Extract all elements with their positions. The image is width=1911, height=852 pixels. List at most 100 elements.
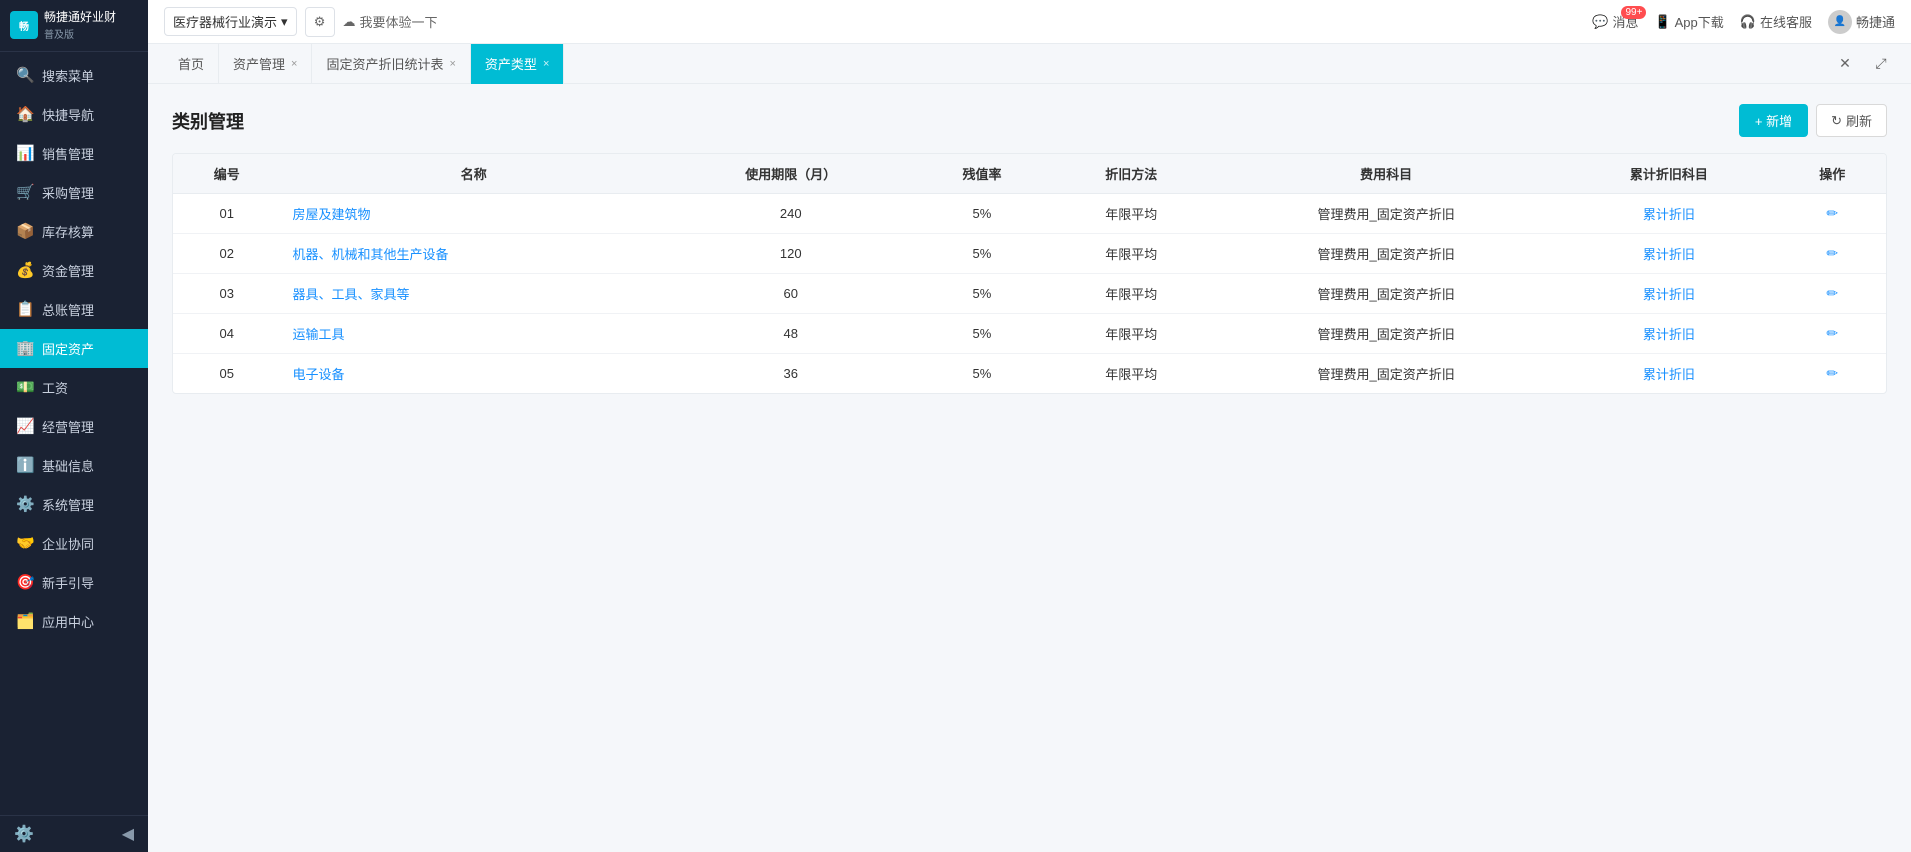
cell-expense-4: 管理费用_固定资产折旧 [1213,354,1559,394]
sidebar-item-capital[interactable]: 💰 资金管理 [0,251,148,290]
tab-close-button[interactable]: ✕ [1831,50,1859,78]
table-row: 03 器具、工具、家具等 60 5% 年限平均 管理费用_固定资产折旧 累计折旧… [173,274,1886,314]
phone-icon: 📱 [1654,14,1670,30]
app-title: 畅捷通好业财 [44,10,116,26]
sidebar-label-inventory: 库存核算 [42,222,94,241]
app-download-button[interactable]: 📱 App下载 [1654,12,1723,31]
topbar-settings-button[interactable]: ⚙ [305,7,335,37]
cell-expense-0: 管理费用_固定资产折旧 [1213,194,1559,234]
sidebar-label-purchase: 采购管理 [42,183,94,202]
cell-method-4: 年限平均 [1050,354,1213,394]
sidebar-item-quicknav[interactable]: 🏠 快捷导航 [0,95,148,134]
cell-period-1: 120 [667,234,914,274]
edit-icon-2[interactable]: ✏ [1826,285,1838,301]
cell-expense-2: 管理费用_固定资产折旧 [1213,274,1559,314]
tab-asset-mgmt-close[interactable]: × [291,58,297,70]
user-profile[interactable]: 👤 畅捷通 [1828,10,1895,34]
sidebar-icon-apps: 🗂️ [16,612,34,630]
tab-asset-type-close[interactable]: × [543,58,549,70]
edit-icon-1[interactable]: ✏ [1826,245,1838,261]
tab-depreciation-close[interactable]: × [449,58,455,70]
main-area: 医疗器械行业演示 ▾ ⚙ ☁ 我要体验一下 💬 消息 99+ 📱 App下载 🎧… [148,0,1911,852]
sidebar-item-apps[interactable]: 🗂️ 应用中心 [0,602,148,641]
tab-expand-button[interactable]: ⤢ [1867,50,1895,78]
tab-asset-mgmt[interactable]: 资产管理 × [219,44,312,84]
tabs-bar: 首页 资产管理 × 固定资产折旧统计表 × 资产类型 × ✕ ⤢ [148,44,1911,84]
tabs-right-actions: ✕ ⤢ [1831,50,1895,78]
cell-accum-4: 累计折旧 [1559,354,1778,394]
cell-accum-1: 累计折旧 [1559,234,1778,274]
col-header-period: 使用期限（月） [667,154,914,194]
avatar: 👤 [1828,10,1852,34]
sidebar-item-ops[interactable]: 📈 经营管理 [0,407,148,446]
sidebar-icon-capital: 💰 [16,261,34,279]
sidebar-label-ops: 经营管理 [42,417,94,436]
sidebar-icon-sales: 📊 [16,144,34,162]
sidebar-icon-collab: 🤝 [16,534,34,552]
page-title: 类别管理 [172,108,244,134]
tab-home[interactable]: 首页 [164,44,219,84]
cell-action-1[interactable]: ✏ [1778,234,1886,274]
new-button[interactable]: + 新增 [1739,104,1808,137]
sidebar-item-purchase[interactable]: 🛒 采购管理 [0,173,148,212]
topbar-right: 💬 消息 99+ 📱 App下载 🎧 在线客服 👤 畅捷通 [1592,10,1895,34]
edit-icon-0[interactable]: ✏ [1826,205,1838,221]
industry-selector[interactable]: 医疗器械行业演示 ▾ [164,7,297,36]
sidebar-icon-basic: ℹ️ [16,456,34,474]
tab-asset-type[interactable]: 资产类型 × [471,44,564,84]
sidebar-label-payroll: 工资 [42,378,68,397]
sidebar-item-guide[interactable]: 🎯 新手引导 [0,563,148,602]
cell-residual-3: 5% [914,314,1049,354]
cell-residual-4: 5% [914,354,1049,394]
refresh-icon: ↻ [1831,113,1842,129]
tab-depreciation[interactable]: 固定资产折旧统计表 × [312,44,470,84]
table-header-row: 编号 名称 使用期限（月） 残值率 折旧方法 费用科目 累计折旧科目 操作 [173,154,1886,194]
online-service-button[interactable]: 🎧 在线客服 [1740,12,1812,31]
sidebar-item-fixed[interactable]: 🏢 固定资产 [0,329,148,368]
cell-name-2: 器具、工具、家具等 [280,274,667,314]
tab-asset-mgmt-label: 资产管理 [233,54,285,73]
cell-action-0[interactable]: ✏ [1778,194,1886,234]
sidebar-icon-fixed: 🏢 [16,339,34,357]
sidebar-item-ledger[interactable]: 📋 总账管理 [0,290,148,329]
sidebar-icon-ledger: 📋 [16,300,34,318]
sidebar-label-ledger: 总账管理 [42,300,94,319]
cell-residual-2: 5% [914,274,1049,314]
tab-depreciation-label: 固定资产折旧统计表 [326,54,443,73]
topbar: 医疗器械行业演示 ▾ ⚙ ☁ 我要体验一下 💬 消息 99+ 📱 App下载 🎧… [148,0,1911,44]
app-subtitle: 普及版 [44,26,116,41]
message-badge: 99+ [1621,6,1646,19]
cell-action-2[interactable]: ✏ [1778,274,1886,314]
edit-icon-4[interactable]: ✏ [1826,365,1838,381]
online-service-label: 在线客服 [1760,12,1812,31]
cell-action-4[interactable]: ✏ [1778,354,1886,394]
table-row: 04 运输工具 48 5% 年限平均 管理费用_固定资产折旧 累计折旧 ✏ [173,314,1886,354]
sidebar-label-guide: 新手引导 [42,573,94,592]
cell-action-3[interactable]: ✏ [1778,314,1886,354]
cell-accum-3: 累计折旧 [1559,314,1778,354]
sidebar-item-search[interactable]: 🔍 搜索菜单 [0,56,148,95]
sidebar-item-payroll[interactable]: 💵 工资 [0,368,148,407]
table-row: 05 电子设备 36 5% 年限平均 管理费用_固定资产折旧 累计折旧 ✏ [173,354,1886,394]
sidebar-icon-payroll: 💵 [16,378,34,396]
message-button[interactable]: 💬 消息 99+ [1592,12,1638,31]
col-header-method: 折旧方法 [1050,154,1213,194]
edit-icon-3[interactable]: ✏ [1826,325,1838,341]
table-row: 02 机器、机械和其他生产设备 120 5% 年限平均 管理费用_固定资产折旧 … [173,234,1886,274]
refresh-button[interactable]: ↻ 刷新 [1816,104,1887,137]
cell-accum-2: 累计折旧 [1559,274,1778,314]
collapse-icon[interactable]: ◀ [122,824,134,844]
sidebar-item-system[interactable]: ⚙️ 系统管理 [0,485,148,524]
sidebar-item-basic[interactable]: ℹ️ 基础信息 [0,446,148,485]
experience-button[interactable]: ☁ 我要体验一下 [343,12,438,31]
sidebar-item-sales[interactable]: 📊 销售管理 [0,134,148,173]
sidebar-label-quicknav: 快捷导航 [42,105,94,124]
sidebar-item-inventory[interactable]: 📦 库存核算 [0,212,148,251]
sidebar-footer: ⚙️ ◀ [0,815,148,852]
chevron-down-icon: ▾ [281,14,288,30]
avatar-icon: 👤 [1834,16,1846,27]
settings-icon[interactable]: ⚙️ [14,824,34,844]
cell-name-0: 房屋及建筑物 [280,194,667,234]
cell-code-1: 02 [173,234,280,274]
sidebar-item-collab[interactable]: 🤝 企业协同 [0,524,148,563]
